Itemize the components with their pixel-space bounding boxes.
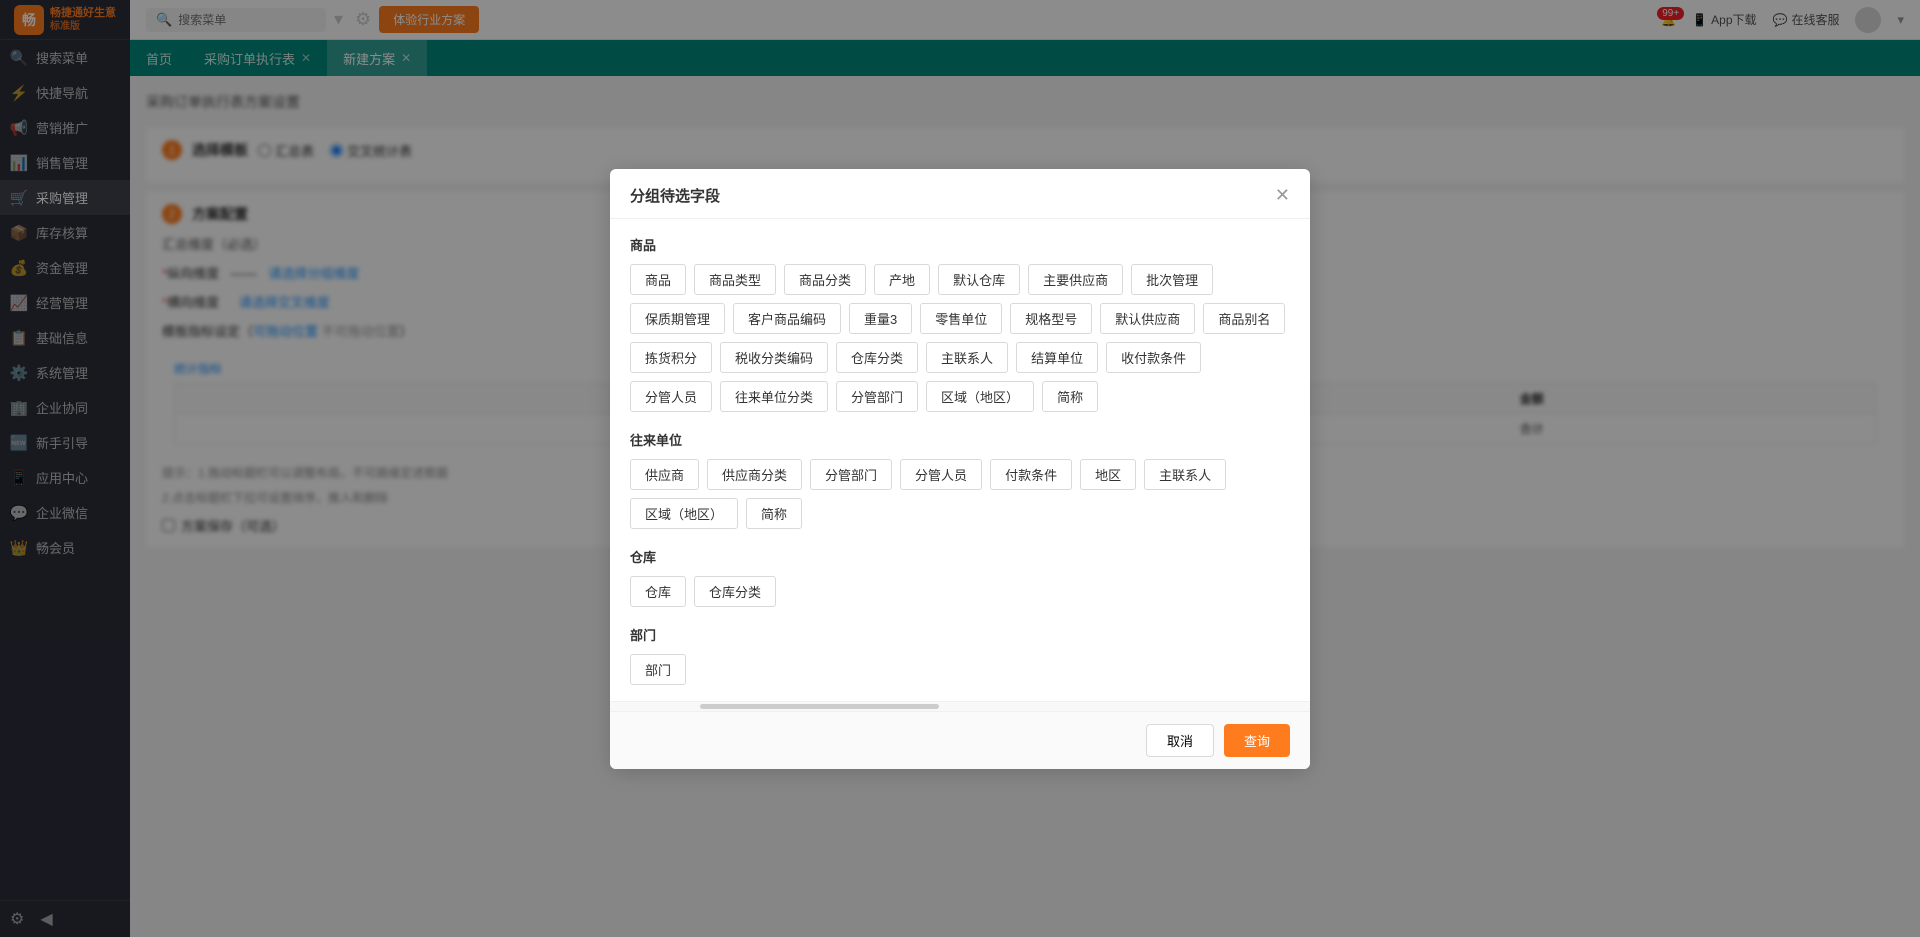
- section-title-department: 部门: [630, 625, 1290, 644]
- field-tag[interactable]: 客户商品编码: [733, 303, 841, 334]
- field-tag[interactable]: 结算单位: [1016, 342, 1098, 373]
- field-tags-partner: 供应商供应商分类分管部门分管人员付款条件地区主联系人区域（地区） 简称: [630, 459, 1290, 529]
- field-tags-goods: 商品商品类型商品分类产地默认仓库主要供应商批次管理保质期管理客户商品编码重量3 零…: [630, 264, 1290, 412]
- modal-header: 分组待选字段 ✕: [610, 169, 1310, 219]
- field-tag[interactable]: 仓库: [630, 576, 686, 607]
- field-tag[interactable]: 分管部门: [810, 459, 892, 490]
- field-tag[interactable]: 默认供应商: [1100, 303, 1195, 334]
- field-tag[interactable]: 商品分类: [784, 264, 866, 295]
- field-section-department: 部门部门: [630, 625, 1290, 685]
- field-tag[interactable]: 简称: [746, 498, 802, 529]
- field-tag[interactable]: 供应商: [630, 459, 699, 490]
- field-tag[interactable]: 区域（地区）: [926, 381, 1034, 412]
- field-tag[interactable]: 收付款条件: [1106, 342, 1201, 373]
- modal: 分组待选字段 ✕ 商品商品商品类型商品分类产地默认仓库主要供应商批次管理保质期管…: [610, 169, 1310, 769]
- field-tag[interactable]: 规格型号: [1010, 303, 1092, 334]
- field-tag[interactable]: 零售单位: [920, 303, 1002, 334]
- field-tag[interactable]: 简称: [1042, 381, 1098, 412]
- scroll-thumb: [700, 704, 939, 709]
- modal-body[interactable]: 商品商品商品类型商品分类产地默认仓库主要供应商批次管理保质期管理客户商品编码重量…: [610, 219, 1310, 701]
- field-tag[interactable]: 批次管理: [1131, 264, 1213, 295]
- cancel-button[interactable]: 取消: [1146, 724, 1214, 757]
- field-tag[interactable]: 税收分类编码: [720, 342, 828, 373]
- modal-title: 分组待选字段: [630, 185, 720, 206]
- field-tags-warehouse: 仓库仓库分类: [630, 576, 1290, 607]
- modal-overlay: 分组待选字段 ✕ 商品商品商品类型商品分类产地默认仓库主要供应商批次管理保质期管…: [0, 0, 1920, 937]
- field-tag[interactable]: 商品: [630, 264, 686, 295]
- horizontal-scroll-bar[interactable]: [610, 701, 1310, 711]
- field-tag[interactable]: 分管人员: [900, 459, 982, 490]
- field-tag[interactable]: 分管人员: [630, 381, 712, 412]
- field-section-partner: 往来单位供应商供应商分类分管部门分管人员付款条件地区主联系人区域（地区） 简称: [630, 430, 1290, 529]
- section-title-partner: 往来单位: [630, 430, 1290, 449]
- field-tag[interactable]: 商品别名: [1203, 303, 1285, 334]
- modal-close-button[interactable]: ✕: [1275, 185, 1290, 206]
- field-tag[interactable]: 重量3: [849, 303, 912, 334]
- field-tag[interactable]: 供应商分类: [707, 459, 802, 490]
- modal-footer: 取消 查询: [610, 711, 1310, 769]
- field-section-goods: 商品商品商品类型商品分类产地默认仓库主要供应商批次管理保质期管理客户商品编码重量…: [630, 235, 1290, 412]
- section-title-goods: 商品: [630, 235, 1290, 254]
- field-tag[interactable]: 主要供应商: [1028, 264, 1123, 295]
- field-tag[interactable]: 默认仓库: [938, 264, 1020, 295]
- field-tag[interactable]: 拣货积分: [630, 342, 712, 373]
- field-tag[interactable]: 仓库分类: [836, 342, 918, 373]
- field-tag[interactable]: 分管部门: [836, 381, 918, 412]
- field-tag[interactable]: 地区: [1080, 459, 1136, 490]
- field-tag[interactable]: 主联系人: [926, 342, 1008, 373]
- field-tag[interactable]: 仓库分类: [694, 576, 776, 607]
- section-title-warehouse: 仓库: [630, 547, 1290, 566]
- field-tag[interactable]: 往来单位分类: [720, 381, 828, 412]
- field-tag[interactable]: 商品类型: [694, 264, 776, 295]
- field-tag[interactable]: 保质期管理: [630, 303, 725, 334]
- field-tag[interactable]: 区域（地区）: [630, 498, 738, 529]
- field-section-warehouse: 仓库仓库仓库分类: [630, 547, 1290, 607]
- field-tag[interactable]: 产地: [874, 264, 930, 295]
- field-tag[interactable]: 主联系人: [1144, 459, 1226, 490]
- field-tags-department: 部门: [630, 654, 1290, 685]
- field-tag[interactable]: 部门: [630, 654, 686, 685]
- field-tag[interactable]: 付款条件: [990, 459, 1072, 490]
- confirm-button[interactable]: 查询: [1224, 724, 1290, 757]
